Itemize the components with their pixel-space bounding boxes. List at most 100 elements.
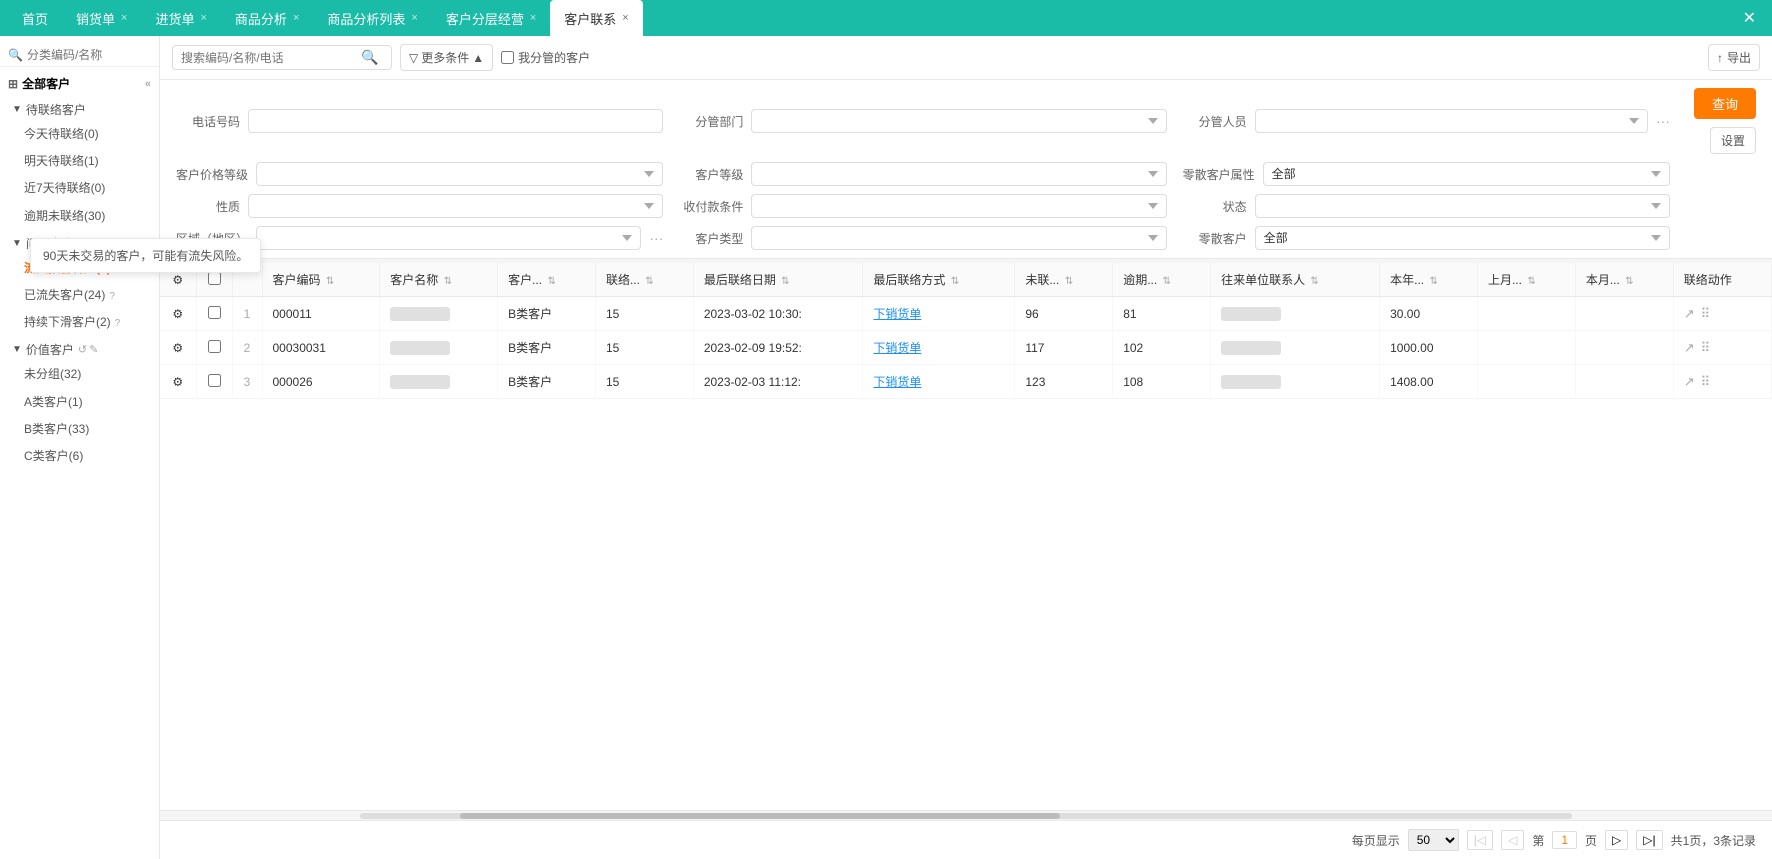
row-settings-0[interactable]: ⚙	[160, 297, 196, 331]
customer-type-select[interactable]	[751, 226, 1166, 250]
settings-button[interactable]: 设置	[1710, 127, 1756, 154]
next-page-btn[interactable]: ▷	[1605, 830, 1628, 850]
action-more-icon-1[interactable]: ⠿	[1701, 340, 1711, 356]
action-more-icon-0[interactable]: ⠿	[1701, 306, 1711, 322]
last-page-btn[interactable]: ▷|	[1636, 830, 1662, 850]
col-last-month[interactable]: 上月... ⇅	[1477, 263, 1575, 297]
edit-icon-2[interactable]: ✎	[89, 343, 98, 356]
tab-close-客户分层经营[interactable]: ×	[530, 12, 536, 24]
my-customer-checkbox[interactable]	[501, 51, 514, 64]
row-method-link-2[interactable]: 下销货单	[873, 375, 921, 389]
status-select[interactable]	[1255, 194, 1670, 218]
action-more-icon-2[interactable]: ⠿	[1701, 374, 1711, 390]
row-settings-1[interactable]: ⚙	[160, 331, 196, 365]
price-level-select[interactable]	[256, 162, 663, 186]
scrollbar-thumb[interactable]	[460, 813, 1060, 819]
first-page-btn[interactable]: |◁	[1467, 830, 1493, 850]
sidebar-item-2-2[interactable]: B类客户(33)	[0, 416, 159, 443]
filter-field-dept: 分管部门	[679, 109, 1166, 133]
sidebar-item-2-0[interactable]: 未分组(32)	[0, 361, 159, 388]
region-dots[interactable]: ···	[649, 230, 663, 246]
col-last-date[interactable]: 最后联络日期 ⇅	[693, 263, 863, 297]
sidebar-group-0[interactable]: ▼待联络客户	[0, 96, 159, 121]
row-method-link-0[interactable]: 下销货单	[873, 307, 921, 321]
export-button[interactable]: ↑ 导出	[1708, 44, 1760, 71]
sidebar-item-1-1[interactable]: 已流失客户(24)?	[0, 282, 159, 309]
phone-input[interactable]	[248, 109, 663, 133]
retail-attr-select[interactable]: 全部	[1263, 162, 1670, 186]
region-select[interactable]	[256, 226, 641, 250]
action-link-icon-1[interactable]: ↗	[1684, 340, 1695, 356]
table-footer: 每页显示 50 100 |◁ ◁ 第 1 页 ▷ ▷| 共1页，3条记录	[160, 820, 1772, 859]
nature-select[interactable]	[248, 194, 663, 218]
sidebar-search-input[interactable]	[27, 48, 151, 62]
tab-客户联系[interactable]: 客户联系×	[550, 0, 642, 36]
col-last-method[interactable]: 最后联络方式 ⇅	[863, 263, 1015, 297]
prev-page-btn[interactable]: ◁	[1501, 830, 1524, 850]
row-check-0[interactable]	[196, 297, 232, 331]
action-link-icon-2[interactable]: ↗	[1684, 374, 1695, 390]
col-name[interactable]: 客户名称 ⇅	[380, 263, 498, 297]
row-settings-2[interactable]: ⚙	[160, 365, 196, 399]
refresh-icon-2[interactable]: ↺	[78, 343, 87, 356]
row-checkbox-2[interactable]	[208, 374, 221, 387]
sidebar-item-2-1[interactable]: A类客户(1)	[0, 389, 159, 416]
row-last-method-0[interactable]: 下销货单	[863, 297, 1015, 331]
row-checkbox-0[interactable]	[208, 306, 221, 319]
dept-select[interactable]	[751, 109, 1166, 133]
sidebar-group-2[interactable]: ▼价值客户↺✎	[0, 336, 159, 361]
sidebar-collapse-btn[interactable]: «	[145, 78, 151, 90]
col-overdue[interactable]: 逾期... ⇅	[1113, 263, 1211, 297]
tab-销货单[interactable]: 销货单×	[62, 0, 141, 36]
sidebar-item-0-0[interactable]: 今天待联络(0)	[0, 121, 159, 148]
sidebar-item-0-3[interactable]: 逾期未联络(30)	[0, 203, 159, 230]
row-last-method-1[interactable]: 下销货单	[863, 331, 1015, 365]
tab-close-客户联系[interactable]: ×	[622, 12, 628, 24]
row-check-2[interactable]	[196, 365, 232, 399]
retail-customer-select[interactable]: 全部	[1255, 226, 1670, 250]
col-contact-person[interactable]: 往来单位联系人 ⇅	[1211, 263, 1380, 297]
row-action-1: ↗ ⠿	[1673, 331, 1771, 365]
tab-进货单[interactable]: 进货单×	[141, 0, 220, 36]
action-link-icon-0[interactable]: ↗	[1684, 306, 1695, 322]
filter-field-customer-level: 客户等级	[679, 162, 1166, 186]
row-check-1[interactable]	[196, 331, 232, 365]
search-input[interactable]	[181, 51, 361, 65]
col-code[interactable]: 客户编码 ⇅	[262, 263, 380, 297]
sidebar-root-label[interactable]: ⊞ 全部客户 «	[0, 71, 159, 96]
customer-level-select[interactable]	[751, 162, 1166, 186]
tab-商品分析[interactable]: 商品分析×	[221, 0, 313, 36]
tab-close-商品分析列表[interactable]: ×	[411, 12, 417, 24]
horizontal-scrollbar[interactable]	[160, 810, 1772, 820]
tab-close-进货单[interactable]: ×	[200, 12, 206, 24]
item-info-1-1[interactable]: ?	[109, 291, 115, 302]
col-contact-count[interactable]: 联络... ⇅	[595, 263, 693, 297]
item-info-1-2[interactable]: ?	[115, 318, 121, 329]
my-customer-checkbox-label[interactable]: 我分管的客户	[501, 49, 590, 66]
tab-客户分层经营[interactable]: 客户分层经营×	[432, 0, 550, 36]
person-dots[interactable]: ···	[1656, 113, 1670, 129]
window-close-button[interactable]: ✕	[1735, 8, 1764, 28]
more-filter-button[interactable]: ▽ 更多条件 ▲	[400, 44, 493, 71]
col-this-year[interactable]: 本年... ⇅	[1380, 263, 1478, 297]
query-button[interactable]: 查询	[1694, 88, 1756, 119]
select-all-checkbox[interactable]	[208, 272, 221, 285]
person-select[interactable]	[1255, 109, 1648, 133]
col-type[interactable]: 客户... ⇅	[498, 263, 596, 297]
col-unlinkted[interactable]: 未联... ⇅	[1015, 263, 1113, 297]
tab-首页[interactable]: 首页	[8, 0, 62, 36]
search-button[interactable]: 🔍	[361, 49, 378, 66]
col-this-month[interactable]: 本月... ⇅	[1575, 263, 1673, 297]
row-method-link-1[interactable]: 下销货单	[873, 341, 921, 355]
tab-close-销货单[interactable]: ×	[121, 12, 127, 24]
per-page-select[interactable]: 50 100	[1408, 829, 1459, 851]
sidebar-item-0-2[interactable]: 近7天待联络(0)	[0, 175, 159, 202]
row-checkbox-1[interactable]	[208, 340, 221, 353]
tab-close-商品分析[interactable]: ×	[293, 12, 299, 24]
tab-商品分析列表[interactable]: 商品分析列表×	[313, 0, 431, 36]
payment-select[interactable]	[751, 194, 1166, 218]
sidebar-item-2-3[interactable]: C类客户(6)	[0, 443, 159, 470]
sidebar-item-1-2[interactable]: 持续下滑客户(2)?	[0, 309, 159, 336]
row-last-method-2[interactable]: 下销货单	[863, 365, 1015, 399]
sidebar-item-0-1[interactable]: 明天待联络(1)	[0, 148, 159, 175]
